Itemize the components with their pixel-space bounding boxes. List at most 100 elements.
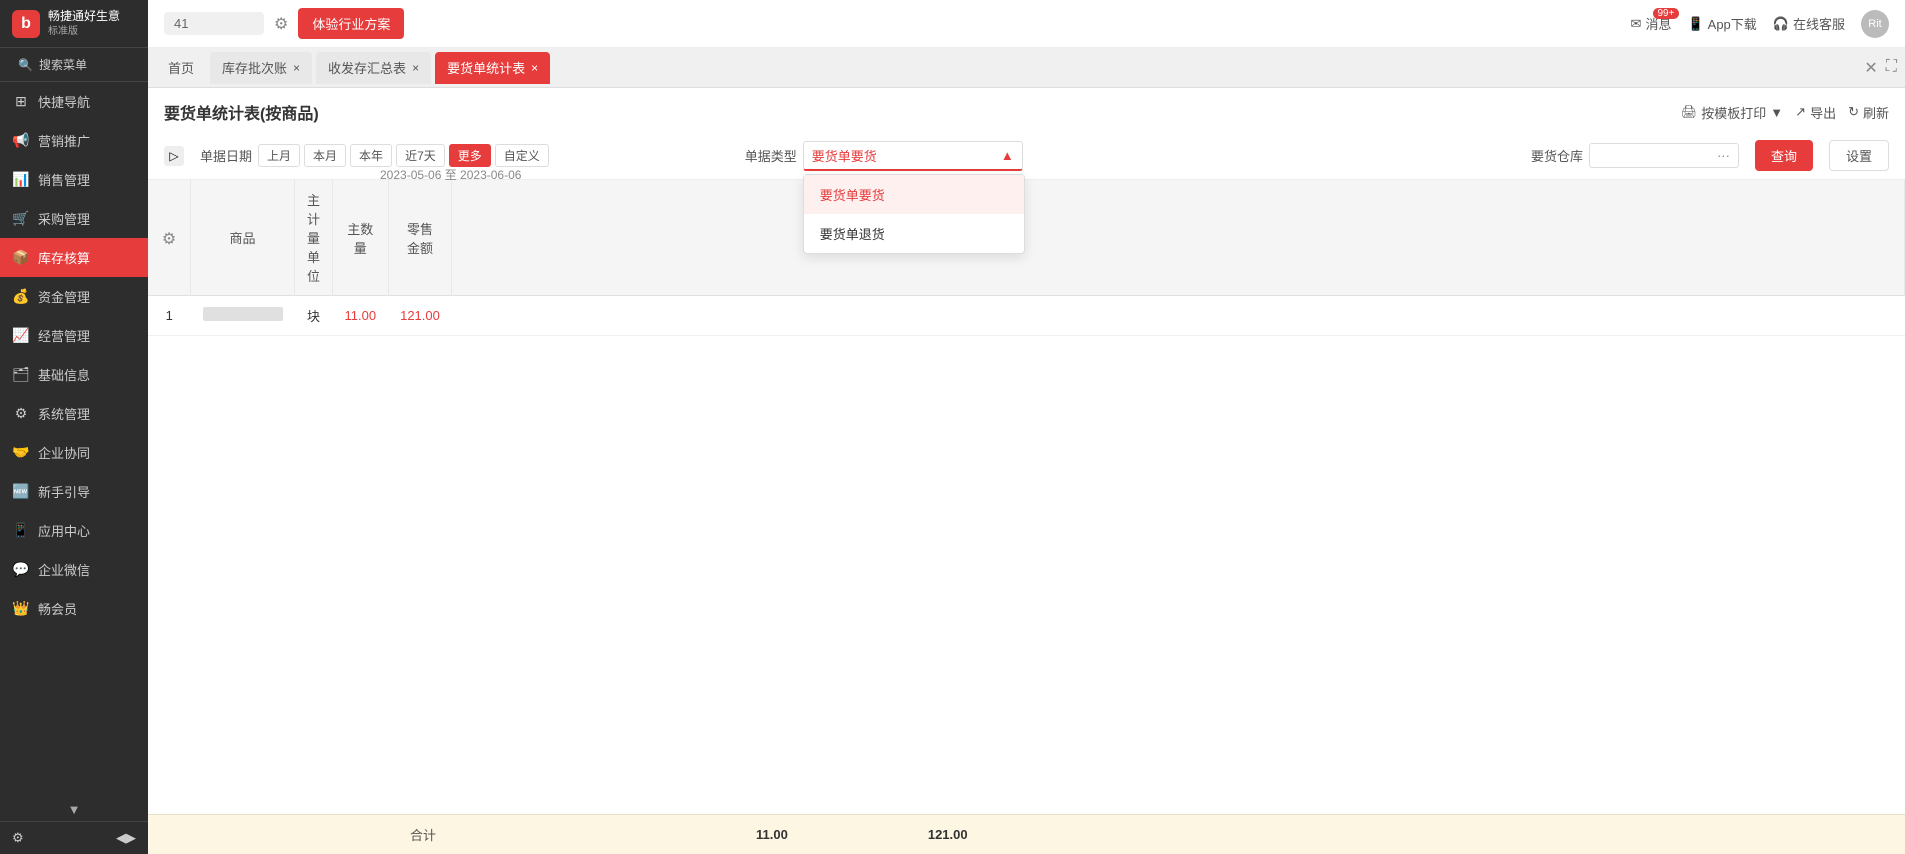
- filter-expand-btn[interactable]: ▷: [164, 146, 184, 166]
- settings-icon[interactable]: ⚙: [12, 830, 24, 846]
- sidebar-item-guide[interactable]: 🆕 新手引导: [0, 472, 148, 511]
- sidebar-item-label-wechat: 企业微信: [38, 560, 90, 579]
- tab-inventory-batch-close[interactable]: ×: [293, 61, 300, 75]
- query-btn[interactable]: 查询: [1755, 140, 1813, 171]
- search-menu[interactable]: 🔍 搜索菜单: [0, 48, 148, 82]
- messages-btn[interactable]: ✉ 消息 99+: [1631, 14, 1672, 33]
- sidebar-item-label-purchase: 采购管理: [38, 209, 90, 228]
- sidebar-nav: ⊞ 快捷导航 📢 营销推广 📊 销售管理 🛒 采购管理 📦 库存核算 💰 资金管…: [0, 82, 148, 798]
- col-settings[interactable]: ⚙: [148, 180, 191, 296]
- tabs-control: ✕ ⛶: [1864, 58, 1897, 78]
- sidebar-item-operations[interactable]: 📈 经营管理: [0, 316, 148, 355]
- refresh-icon: ↻: [1848, 104, 1859, 120]
- content: 要货单统计表(按商品) 🖨 按模板打印 ▼ ↗ 导出 ↻ 刷新 ▷: [148, 88, 1905, 854]
- sidebar-item-basic[interactable]: 🗂 基础信息: [0, 355, 148, 394]
- app-download-btn[interactable]: 📱 App下载: [1687, 14, 1756, 33]
- tab-receive-summary-close[interactable]: ×: [412, 61, 419, 75]
- sidebar-item-label-member: 畅会员: [38, 599, 77, 618]
- sidebar-item-marketing[interactable]: 📢 营销推广: [0, 121, 148, 160]
- type-label: 单据类型: [745, 146, 797, 165]
- settings-btn[interactable]: 设置: [1829, 140, 1889, 171]
- table-footer: 合计 11.00 121.00: [148, 814, 1905, 854]
- avatar[interactable]: Rit: [1861, 10, 1889, 38]
- total-amount: 121.00: [928, 827, 968, 842]
- sidebar-item-quick-nav[interactable]: ⊞ 快捷导航: [0, 82, 148, 121]
- warehouse-more-icon[interactable]: ···: [1717, 148, 1730, 163]
- sales-icon: 📊: [12, 171, 30, 189]
- sidebar-item-finance[interactable]: 💰 资金管理: [0, 277, 148, 316]
- page-header: 要货单统计表(按商品) 🖨 按模板打印 ▼ ↗ 导出 ↻ 刷新: [148, 88, 1905, 132]
- collapse-icon[interactable]: ◀▶: [116, 830, 136, 846]
- tab-order-stats[interactable]: 要货单统计表 ×: [435, 52, 550, 84]
- col-amount: 零售金额: [388, 180, 452, 296]
- topbar-settings-icon[interactable]: ⚙: [274, 14, 288, 34]
- trial-btn[interactable]: 体验行业方案: [298, 8, 404, 39]
- tab-expand-icon[interactable]: ⛶: [1886, 58, 1897, 78]
- page-actions: 🖨 按模板打印 ▼ ↗ 导出 ↻ 刷新: [1681, 103, 1889, 122]
- cell-qty: 11.00: [333, 296, 389, 336]
- sidebar-item-system[interactable]: ⚙ 系统管理: [0, 394, 148, 433]
- enterprise-icon: 🤝: [12, 444, 30, 462]
- app-center-icon: 📱: [12, 522, 30, 540]
- scroll-down-btn[interactable]: ▼: [0, 798, 148, 821]
- refresh-btn[interactable]: ↻ 刷新: [1848, 103, 1889, 122]
- inventory-icon: 📦: [12, 249, 30, 267]
- sidebar-item-sales[interactable]: 📊 销售管理: [0, 160, 148, 199]
- tab-receive-summary[interactable]: 收发存汇总表 ×: [316, 52, 431, 84]
- type-select-value: 要货单要货: [812, 146, 877, 165]
- dropdown-item-return[interactable]: 要货单退货: [804, 214, 1024, 253]
- tab-order-stats-label: 要货单统计表: [447, 58, 525, 77]
- sidebar-item-app-center[interactable]: 📱 应用中心: [0, 511, 148, 550]
- dropdown-item-order[interactable]: 要货单要货: [804, 175, 1024, 214]
- basic-icon: 🗂: [12, 366, 30, 384]
- breadcrumb: 41: [164, 12, 264, 35]
- export-btn[interactable]: ↗ 导出: [1795, 103, 1836, 122]
- tab-order-stats-close[interactable]: ×: [531, 61, 538, 75]
- custom-btn[interactable]: 自定义: [495, 144, 549, 167]
- tabs-bar: 首页 库存批次账 × 收发存汇总表 × 要货单统计表 × ✕ ⛶: [148, 48, 1905, 88]
- message-icon: ✉: [1631, 16, 1642, 32]
- page-title: 要货单统计表(按商品): [164, 100, 319, 124]
- this-month-btn[interactable]: 本月: [304, 144, 346, 167]
- sidebar-footer: ⚙ ◀▶: [0, 821, 148, 854]
- col-product: 商品: [191, 180, 295, 296]
- more-btn[interactable]: 更多: [449, 144, 491, 167]
- chevron-down-icon: ▼: [1770, 105, 1783, 120]
- tab-close-all-icon[interactable]: ✕: [1864, 58, 1877, 78]
- marketing-icon: 📢: [12, 132, 30, 150]
- print-template-btn[interactable]: 🖨 按模板打印 ▼: [1681, 103, 1783, 122]
- col-extra: [452, 180, 1905, 296]
- tab-home[interactable]: 首页: [156, 52, 206, 84]
- online-service-btn[interactable]: 🎧 在线客服: [1773, 14, 1845, 33]
- date-quick-btns: 上月 本月 本年 近7天 更多 自定义: [258, 144, 549, 167]
- quick-nav-icon: ⊞: [12, 93, 30, 111]
- last-7days-btn[interactable]: 近7天: [396, 144, 445, 167]
- last-month-btn[interactable]: 上月: [258, 144, 300, 167]
- type-select[interactable]: 要货单要货 ▲ 要货单要货 要货单退货: [803, 141, 1023, 171]
- wechat-icon: 💬: [12, 561, 30, 579]
- sidebar-item-label-system: 系统管理: [38, 404, 90, 423]
- operations-icon: 📈: [12, 327, 30, 345]
- sidebar-item-enterprise[interactable]: 🤝 企业协同: [0, 433, 148, 472]
- tab-inventory-batch[interactable]: 库存批次账 ×: [210, 52, 312, 84]
- finance-icon: 💰: [12, 288, 30, 306]
- warehouse-select[interactable]: ···: [1589, 143, 1739, 168]
- sidebar-item-inventory[interactable]: 📦 库存核算: [0, 238, 148, 277]
- sidebar: b 畅捷通好生意 标准版 🔍 搜索菜单 ⊞ 快捷导航 📢 营销推广 📊 销售管理…: [0, 0, 148, 854]
- export-icon: ↗: [1795, 104, 1806, 120]
- sidebar-item-label-app-center: 应用中心: [38, 521, 90, 540]
- sidebar-item-member[interactable]: 👑 畅会员: [0, 589, 148, 628]
- table-settings-icon[interactable]: ⚙: [160, 229, 178, 247]
- cell-amount: 121.00: [388, 296, 452, 336]
- sidebar-header: b 畅捷通好生意 标准版: [0, 0, 148, 48]
- filter-bar: ▷ 单据日期 上月 本月 本年 近7天 更多 自定义 2023-05-06 至 …: [148, 132, 1905, 180]
- this-year-btn[interactable]: 本年: [350, 144, 392, 167]
- total-qty: 11.00: [756, 827, 788, 842]
- print-icon: 🖨: [1681, 104, 1698, 120]
- cell-seq: 1: [148, 296, 191, 336]
- system-icon: ⚙: [12, 405, 30, 423]
- sidebar-item-purchase[interactable]: 🛒 采购管理: [0, 199, 148, 238]
- sidebar-item-label-finance: 资金管理: [38, 287, 90, 306]
- sidebar-item-label-sales: 销售管理: [38, 170, 90, 189]
- sidebar-item-wechat[interactable]: 💬 企业微信: [0, 550, 148, 589]
